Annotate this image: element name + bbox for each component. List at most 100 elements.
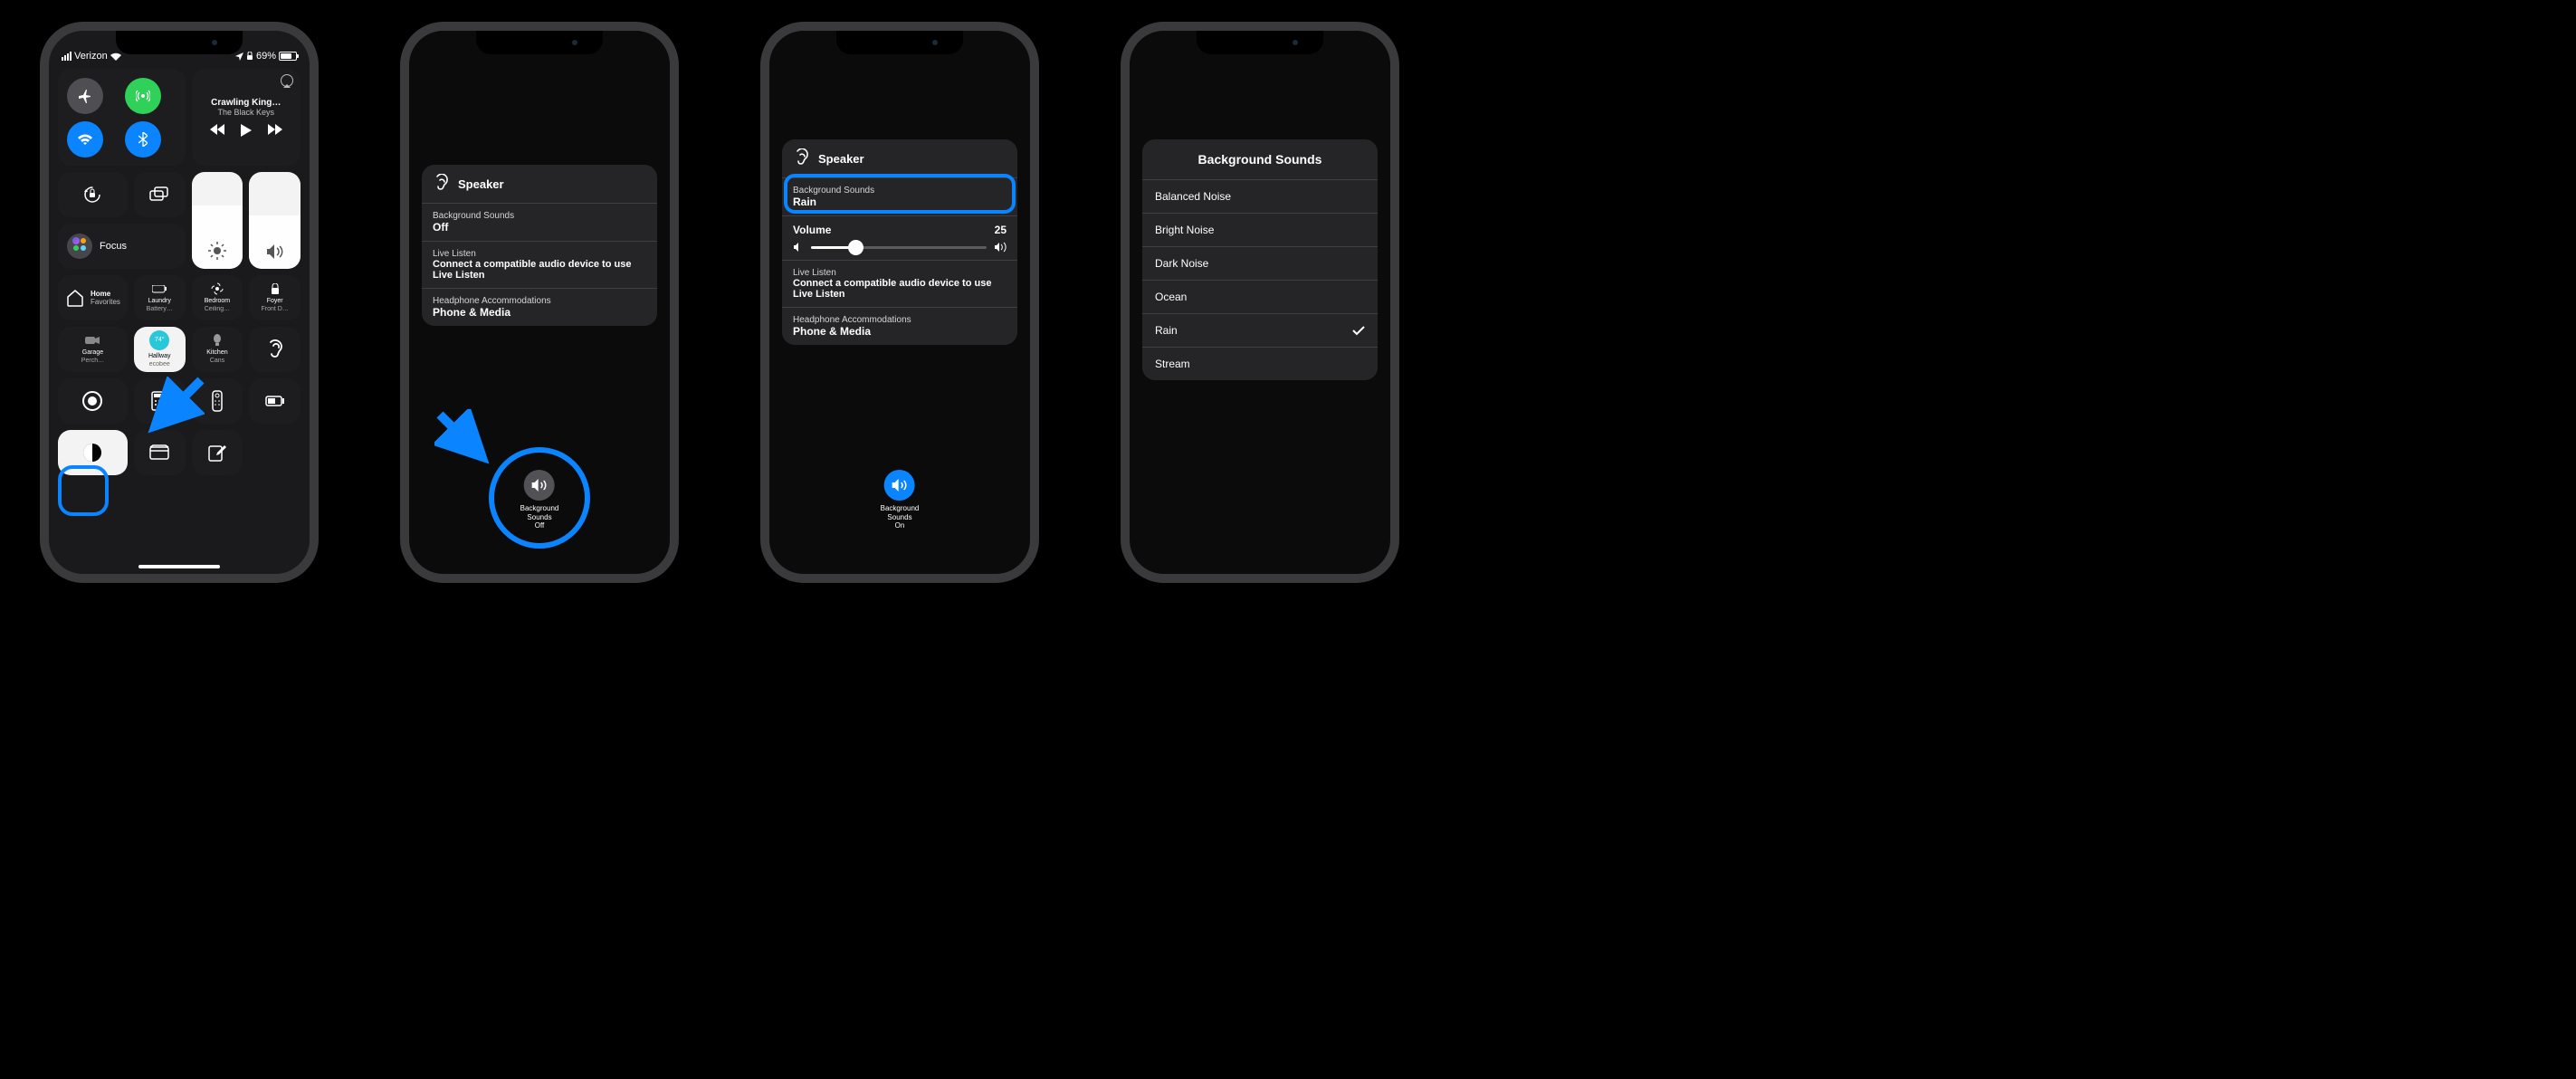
sound-option-stream[interactable]: Stream: [1142, 347, 1378, 380]
light-icon: [208, 334, 226, 347]
airplane-mode-toggle[interactable]: [67, 78, 103, 114]
ear-icon: [793, 148, 811, 168]
control-center: Verizon 69% Crawling King… The: [49, 31, 310, 574]
home-tile-laundry[interactable]: LaundryBattery…: [134, 275, 186, 320]
calculator-button[interactable]: [134, 378, 186, 424]
home-tile-foyer[interactable]: FoyerFront D…: [249, 275, 301, 320]
bluetooth-icon: [138, 132, 148, 147]
sound-option-balanced-noise[interactable]: Balanced Noise: [1142, 179, 1378, 213]
remote-button[interactable]: [192, 378, 243, 424]
control-center-grid: Crawling King… The Black Keys: [49, 63, 310, 574]
compose-icon: [208, 444, 226, 462]
connectivity-tile[interactable]: [58, 69, 186, 166]
home-indicator[interactable]: [138, 565, 220, 568]
option-label: Ocean: [1155, 291, 1187, 303]
dark-mode-icon: [81, 442, 103, 463]
sun-icon: [208, 242, 226, 260]
home-tile-bedroom[interactable]: BedroomCeiling…: [192, 275, 243, 320]
status-left: Verizon: [62, 51, 121, 62]
background-sounds-row[interactable]: Background Sounds Rain: [782, 177, 1017, 215]
bluetooth-toggle[interactable]: [125, 121, 161, 158]
hearing-panel: Speaker Background Sounds Rain Volume 25…: [782, 139, 1017, 345]
headphone-accommodations-row[interactable]: Headphone Accommodations Phone & Media: [782, 307, 1017, 345]
sound-option-bright-noise[interactable]: Bright Noise: [1142, 213, 1378, 246]
check-icon: [1352, 326, 1365, 336]
wifi-icon: [77, 133, 93, 146]
list-title: Background Sounds: [1142, 139, 1378, 179]
wallet-icon: [149, 444, 169, 461]
background-sounds-row[interactable]: Background Sounds Off: [422, 203, 657, 241]
phone-2: Speaker Background Sounds Off Live Liste…: [400, 22, 679, 583]
media-controls: [210, 124, 282, 137]
sound-option-dark-noise[interactable]: Dark Noise: [1142, 246, 1378, 280]
home-tile-hallway[interactable]: 74°Hallwayecobee: [134, 327, 186, 372]
calculator-icon: [151, 391, 167, 411]
play-button[interactable]: [241, 124, 252, 137]
screen-record-button[interactable]: [58, 378, 128, 424]
battery-icon: [265, 396, 285, 406]
hearing-button[interactable]: [249, 327, 301, 372]
home-tile-garage[interactable]: GaragePerch…: [58, 327, 128, 372]
volume-label: Volume: [793, 224, 831, 236]
dark-mode-button[interactable]: [58, 430, 128, 475]
wallet-button[interactable]: [134, 430, 186, 475]
ear-icon: [265, 339, 285, 360]
live-listen-row: Live Listen Connect a compatible audio d…: [782, 260, 1017, 307]
brightness-slider[interactable]: [192, 172, 243, 269]
remote-icon: [212, 390, 223, 412]
focus-icon: [67, 234, 92, 259]
volume-value: 25: [995, 224, 1007, 236]
speaker-label: Speaker: [818, 152, 864, 166]
home-tile-kitchen[interactable]: KitchenCans: [192, 327, 243, 372]
battery-icon: [279, 52, 297, 61]
volume-slider[interactable]: [249, 172, 301, 269]
volume-slider-track[interactable]: [811, 246, 987, 249]
camera-icon: [83, 334, 101, 347]
airplane-icon: [77, 88, 93, 104]
background-sounds-list: Background Sounds Balanced Noise Bright N…: [1142, 139, 1378, 380]
orientation-lock-toggle[interactable]: [58, 172, 128, 217]
wifi-toggle[interactable]: [67, 121, 103, 158]
home-icon: [65, 289, 85, 307]
low-power-button[interactable]: [249, 378, 301, 424]
panel-header: Speaker: [422, 165, 657, 203]
cellular-data-toggle[interactable]: [125, 78, 161, 114]
notes-button[interactable]: [192, 430, 243, 475]
track-title: Crawling King…: [211, 98, 281, 108]
previous-button[interactable]: [210, 124, 224, 135]
lock-icon: [246, 52, 253, 61]
status-right: 69%: [235, 51, 297, 62]
speaker-icon: [265, 243, 285, 260]
notch: [116, 31, 243, 54]
volume-high-icon: [994, 242, 1007, 253]
live-listen-row: Live Listen Connect a compatible audio d…: [422, 241, 657, 288]
notch: [1197, 31, 1323, 54]
option-label: Bright Noise: [1155, 224, 1214, 236]
option-label: Dark Noise: [1155, 257, 1208, 270]
battery-icon: [150, 282, 168, 295]
mirroring-icon: [149, 186, 169, 203]
focus-label: Focus: [100, 241, 127, 252]
sound-option-ocean[interactable]: Ocean: [1142, 280, 1378, 313]
focus-button[interactable]: Focus: [58, 224, 186, 269]
sound-option-rain[interactable]: Rain: [1142, 313, 1378, 347]
notch: [836, 31, 963, 54]
headphone-accommodations-row[interactable]: Headphone Accommodations Phone & Media: [422, 288, 657, 326]
next-button[interactable]: [268, 124, 282, 135]
rotation-lock-icon: [82, 185, 102, 205]
screen-mirroring-button[interactable]: [134, 172, 186, 217]
background-sounds-toggle[interactable]: BackgroundSoundsOff: [520, 470, 559, 530]
airplay-icon[interactable]: [281, 74, 293, 87]
wifi-icon: [110, 53, 121, 61]
battery-percent: 69%: [256, 51, 276, 62]
home-favorites-button[interactable]: HomeFavorites: [58, 275, 128, 320]
home-labels: HomeFavorites: [91, 290, 120, 306]
option-label: Balanced Noise: [1155, 190, 1231, 203]
option-label: Rain: [1155, 324, 1178, 337]
background-sounds-toggle[interactable]: BackgroundSoundsOn: [881, 470, 920, 530]
volume-row[interactable]: Volume 25: [782, 215, 1017, 260]
media-tile[interactable]: Crawling King… The Black Keys: [192, 69, 301, 166]
record-icon: [81, 390, 103, 412]
track-artist: The Black Keys: [211, 108, 281, 117]
thermostat-icon: 74°: [149, 330, 169, 350]
